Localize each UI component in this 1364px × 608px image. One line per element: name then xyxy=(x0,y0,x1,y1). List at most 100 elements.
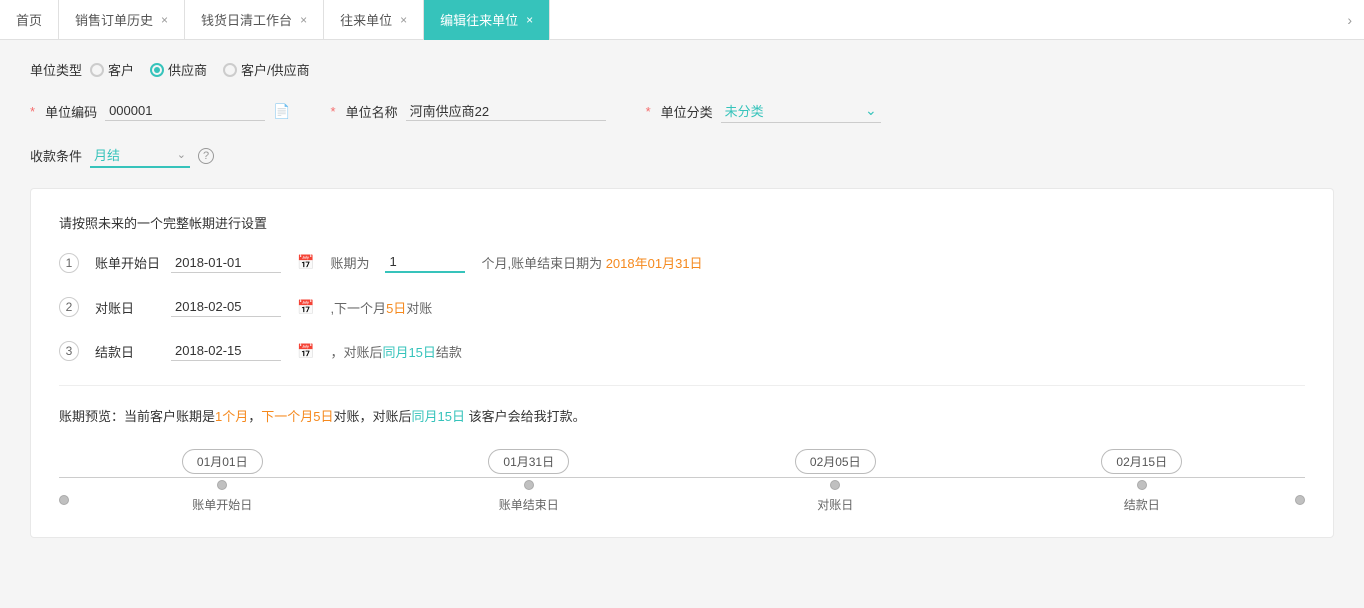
radio-both[interactable]: 客户/供应商 xyxy=(223,60,310,79)
row-num-2: 2 xyxy=(59,297,79,317)
payment-terms-label: 收款条件 xyxy=(30,146,82,165)
timeline-right-endcap xyxy=(1295,495,1305,505)
tab-edit-partner-label: 编辑往来单位 xyxy=(440,10,518,29)
timeline-badge-3: 02月15日 xyxy=(1101,449,1182,474)
payment-terms-field: 收款条件 月结 ⌄ ? xyxy=(30,143,214,168)
radio-both-label: 客户/供应商 xyxy=(241,60,310,79)
timeline-node-3: 02月15日 结款日 xyxy=(1101,449,1182,513)
start-date-cal-icon[interactable]: 📅 xyxy=(297,254,314,271)
timeline-node-0: 01月01日 账单开始日 xyxy=(182,449,263,513)
payment-terms-help-icon[interactable]: ? xyxy=(198,148,214,164)
row-label-2: 对账日 xyxy=(95,298,155,317)
tab-home-label: 首页 xyxy=(16,10,42,29)
timeline-badge-1: 01月31日 xyxy=(488,449,569,474)
unit-category-select[interactable]: 未分类 ⌄ xyxy=(721,99,881,123)
row-label-1: 账单开始日 xyxy=(95,253,155,272)
unit-category-label: 单位分类 xyxy=(661,102,713,121)
setting-row-3: 3 结款日 📅 ，对账后同月15日结款 xyxy=(59,341,1305,361)
tab-edit-partner[interactable]: 编辑往来单位 × xyxy=(424,0,550,40)
tab-cash-work-close[interactable]: × xyxy=(300,13,307,27)
timeline-badge-2: 02月05日 xyxy=(795,449,876,474)
tab-home[interactable]: 首页 xyxy=(0,0,59,40)
preview-prefix: 账期预览：当前客户账期是 xyxy=(59,409,215,424)
reconcile-suffix-pre: ,下一个月 xyxy=(330,301,386,316)
setting-row-1: 1 账单开始日 📅 账期为 个月,账单结束日期为 2018年01月31日 xyxy=(59,252,1305,273)
tab-sales-history-close[interactable]: × xyxy=(161,13,168,27)
timeline-node-2: 02月05日 对账日 xyxy=(795,449,876,513)
radio-group: 客户 供应商 客户/供应商 xyxy=(90,60,310,79)
tab-sales-history-label: 销售订单历史 xyxy=(75,10,153,29)
payment-terms-row: 收款条件 月结 ⌄ ? xyxy=(30,143,1334,168)
preview-span3: 同月15日 xyxy=(412,409,465,424)
tab-sales-history[interactable]: 销售订单历史 × xyxy=(59,0,185,40)
unit-code-star: * xyxy=(30,104,35,119)
timeline-node-1: 01月31日 账单结束日 xyxy=(488,449,569,513)
period-label: 账期为 xyxy=(330,253,369,272)
tab-cash-work-label: 钱货日清工作台 xyxy=(201,10,292,29)
setting-row-2: 2 对账日 📅 ,下一个月5日对账 xyxy=(59,297,1305,317)
radio-supplier[interactable]: 供应商 xyxy=(150,60,207,79)
start-date-input[interactable] xyxy=(171,253,281,273)
payment-terms-value: 月结 xyxy=(94,145,173,164)
payment-terms-select[interactable]: 月结 ⌄ xyxy=(90,143,190,168)
unit-category-star: * xyxy=(646,104,651,119)
unit-name-input[interactable] xyxy=(406,101,606,121)
timeline-label-3: 结款日 xyxy=(1124,496,1160,513)
timeline-wrapper: 01月01日 账单开始日 01月31日 账单结束日 02月05日 xyxy=(59,449,1305,513)
timeline-badge-0: 01月01日 xyxy=(182,449,263,474)
preview-span2: 下一个月5日 xyxy=(261,409,333,424)
unit-code-label: 单位编码 xyxy=(45,102,97,121)
timeline-left-endcap xyxy=(59,495,69,505)
radio-supplier-label: 供应商 xyxy=(168,60,207,79)
period-input[interactable] xyxy=(385,252,465,273)
payment-date-cal-icon[interactable]: 📅 xyxy=(297,343,314,360)
preview-suffix: 该客户会给我打款。 xyxy=(465,409,586,424)
tab-partner[interactable]: 往来单位 × xyxy=(324,0,424,40)
payment-suffix-post: 结款 xyxy=(436,345,462,360)
timeline-line xyxy=(59,477,1305,478)
unit-type-row: 单位类型 客户 供应商 客户/供应商 xyxy=(30,60,1334,79)
timeline-label-2: 对账日 xyxy=(817,496,853,513)
payment-date-input[interactable] xyxy=(171,341,281,361)
radio-customer-circle xyxy=(90,63,104,77)
preview-text: 账期预览：当前客户账期是1个月，下一个月5日对账，对账后同月15日 该客户会给我… xyxy=(59,406,1305,425)
settings-card: 请按照未来的一个完整帐期进行设置 1 账单开始日 📅 账期为 个月,账单结束日期… xyxy=(30,188,1334,538)
unit-category-value: 未分类 xyxy=(725,101,861,120)
payment-terms-dropdown-icon: ⌄ xyxy=(177,148,186,161)
unit-code-field: * 单位编码 📄 xyxy=(30,101,291,121)
radio-both-circle xyxy=(223,63,237,77)
tab-edit-partner-close[interactable]: × xyxy=(526,13,533,27)
reconcile-suffix-post: 对账 xyxy=(406,301,432,316)
period-end-date: 2018年01月31日 xyxy=(606,256,703,271)
row-num-3: 3 xyxy=(59,341,79,361)
timeline-dot-1 xyxy=(524,480,534,490)
reconcile-suffix: ,下一个月5日对账 xyxy=(330,298,432,317)
tab-partner-close[interactable]: × xyxy=(400,13,407,27)
row-label-3: 结款日 xyxy=(95,342,155,361)
tab-cash-work[interactable]: 钱货日清工作台 × xyxy=(185,0,324,40)
unit-code-icon[interactable]: 📄 xyxy=(273,103,290,120)
unit-type-label: 单位类型 xyxy=(30,60,82,79)
radio-supplier-circle xyxy=(150,63,164,77)
unit-code-input[interactable] xyxy=(105,101,265,121)
reconcile-date-cal-icon[interactable]: 📅 xyxy=(297,299,314,316)
payment-suffix-pre: ，对账后 xyxy=(330,345,382,360)
unit-category-dropdown-icon: ⌄ xyxy=(865,102,877,119)
reconcile-date-input[interactable] xyxy=(171,297,281,317)
timeline-dot-2 xyxy=(830,480,840,490)
unit-name-label: 单位名称 xyxy=(346,102,398,121)
payment-suffix-teal: 同月15日 xyxy=(382,345,435,360)
tabs-overflow-arrow[interactable]: › xyxy=(1335,12,1364,28)
content-area: 单位类型 客户 供应商 客户/供应商 * 单位编码 xyxy=(0,40,1364,558)
timeline-label-0: 账单开始日 xyxy=(192,496,252,513)
timeline-dot-0 xyxy=(217,480,227,490)
unit-category-field: * 单位分类 未分类 ⌄ xyxy=(646,99,881,123)
row-num-1: 1 xyxy=(59,253,79,273)
preview-section: 账期预览：当前客户账期是1个月，下一个月5日对账，对账后同月15日 该客户会给我… xyxy=(59,406,1305,513)
reconcile-suffix-orange: 5日 xyxy=(386,301,406,316)
radio-customer[interactable]: 客户 xyxy=(90,60,134,79)
unit-name-star: * xyxy=(331,104,336,119)
preview-mid1: ， xyxy=(248,409,261,424)
period-suffix: 个月,账单结束日期为 2018年01月31日 xyxy=(481,253,702,272)
preview-mid2: 对账，对账后 xyxy=(334,409,412,424)
